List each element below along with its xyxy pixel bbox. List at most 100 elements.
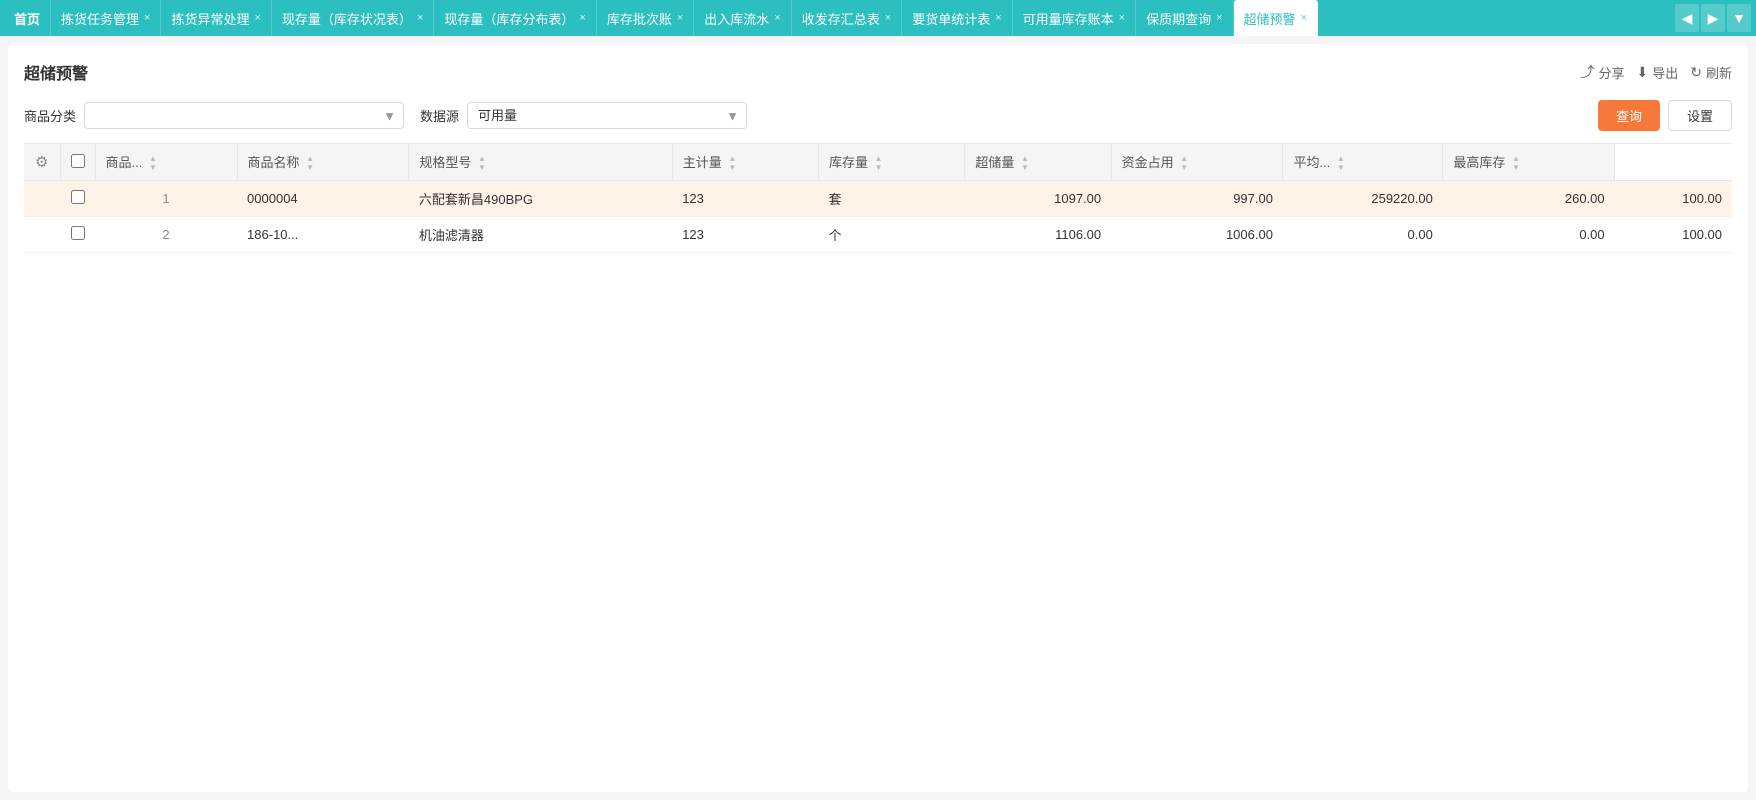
select-all-checkbox[interactable] bbox=[71, 154, 85, 168]
datasource-select-wrapper: 可用量 ▼ bbox=[467, 102, 747, 129]
column-header-settings[interactable]: ⚙ bbox=[24, 144, 60, 181]
row-product-name: 机油滤清器 bbox=[409, 217, 672, 253]
row-unit: 套 bbox=[819, 181, 965, 217]
row-checkbox-cell[interactable] bbox=[60, 217, 95, 253]
export-icon: ⬇ bbox=[1637, 64, 1649, 81]
column-header-capital[interactable]: 资金占用 ▲▼ bbox=[1111, 144, 1283, 181]
close-avail-tab-icon[interactable]: × bbox=[1119, 12, 1125, 24]
export-label: 导出 bbox=[1652, 63, 1678, 82]
sort-product-name-icon[interactable]: ▲▼ bbox=[306, 155, 314, 173]
column-header-checkbox[interactable] bbox=[60, 144, 95, 181]
datasource-filter: 数据源 可用量 ▼ bbox=[420, 102, 747, 129]
column-header-product-code[interactable]: 商品... ▲▼ bbox=[95, 144, 237, 181]
close-stock-status-tab-icon[interactable]: × bbox=[417, 12, 423, 24]
nav-next-button[interactable]: ▶ bbox=[1701, 4, 1725, 32]
refresh-label: 刷新 bbox=[1706, 63, 1732, 82]
nav-more-button[interactable]: ▼ bbox=[1727, 4, 1751, 32]
close-batch-tab-icon[interactable]: × bbox=[677, 12, 683, 24]
query-button[interactable]: 查询 bbox=[1598, 100, 1660, 131]
nav-tab-overstock-label: 超储预警 bbox=[1244, 9, 1296, 28]
product-category-filter: 商品分类 ▼ bbox=[24, 102, 404, 129]
page-header: 超储预警 ⤴ 分享 ⬇ 导出 ↻ 刷新 bbox=[24, 60, 1732, 84]
sort-product-code-icon[interactable]: ▲▼ bbox=[149, 155, 157, 173]
nav-tab-avail-label: 可用量库存账本 bbox=[1023, 9, 1114, 28]
product-category-select[interactable] bbox=[84, 102, 404, 129]
sort-max-stock-icon[interactable]: ▲▼ bbox=[1512, 155, 1520, 173]
settings-button[interactable]: 设置 bbox=[1668, 100, 1732, 131]
nav-tab-home-label: 首页 bbox=[14, 9, 40, 28]
row-settings-cell bbox=[24, 217, 60, 253]
row-checkbox-1[interactable] bbox=[71, 226, 85, 240]
sort-spec-icon[interactable]: ▲▼ bbox=[478, 155, 486, 173]
row-checkbox-cell[interactable] bbox=[60, 181, 95, 217]
nav-tab-stock-status-label: 现存量（库存状况表） bbox=[282, 9, 412, 28]
nav-tab-stock-dist-label: 现存量（库存分布表） bbox=[444, 9, 574, 28]
export-button[interactable]: ⬇ 导出 bbox=[1637, 63, 1679, 82]
nav-tab-exception-label: 拣货异常处理 bbox=[171, 9, 249, 28]
sort-inventory-icon[interactable]: ▲▼ bbox=[875, 155, 883, 173]
row-capital: 0.00 bbox=[1283, 217, 1443, 253]
close-task-tab-icon[interactable]: × bbox=[144, 12, 150, 24]
refresh-icon: ↻ bbox=[1690, 64, 1702, 81]
nav-tab-task[interactable]: 拣货任务管理 × bbox=[51, 0, 161, 36]
gear-icon[interactable]: ⚙ bbox=[35, 154, 48, 171]
close-overstock-tab-icon[interactable]: × bbox=[1301, 12, 1307, 24]
nav-tab-exception[interactable]: 拣货异常处理 × bbox=[161, 0, 271, 36]
top-navigation: 首页 拣货任务管理 × 拣货异常处理 × 现存量（库存状况表） × 现存量（库存… bbox=[0, 0, 1756, 36]
close-order-stat-tab-icon[interactable]: × bbox=[995, 12, 1001, 24]
nav-arrows-container: ◀ ▶ ▼ bbox=[1674, 4, 1752, 32]
close-exception-tab-icon[interactable]: × bbox=[254, 12, 260, 24]
nav-tab-inout-label: 出入库流水 bbox=[704, 9, 769, 28]
sort-overstock-icon[interactable]: ▲▼ bbox=[1021, 155, 1029, 173]
refresh-button[interactable]: ↻ 刷新 bbox=[1690, 63, 1732, 82]
row-capital: 259220.00 bbox=[1283, 181, 1443, 217]
column-header-unit[interactable]: 主计量 ▲▼ bbox=[672, 144, 818, 181]
column-header-max-stock[interactable]: 最高库存 ▲▼ bbox=[1443, 144, 1615, 181]
table-row: 2 186-10... 机油滤清器 123 个 1106.00 1006.00 … bbox=[24, 217, 1732, 253]
nav-tab-stock-dist[interactable]: 现存量（库存分布表） × bbox=[434, 0, 596, 36]
row-number: 1 bbox=[95, 181, 237, 217]
nav-tab-home[interactable]: 首页 bbox=[4, 0, 51, 36]
close-stock-dist-tab-icon[interactable]: × bbox=[579, 12, 585, 24]
filter-row: 商品分类 ▼ 数据源 可用量 ▼ 查询 设置 bbox=[24, 100, 1732, 131]
nav-tab-batch[interactable]: 库存批次账 × bbox=[597, 0, 694, 36]
table-header-row: ⚙ 商品... ▲▼ 商品名称 ▲▼ 规格型号 ▲▼ 主计 bbox=[24, 144, 1732, 181]
close-summary-tab-icon[interactable]: × bbox=[885, 12, 891, 24]
row-number: 2 bbox=[95, 217, 237, 253]
nav-tab-summary[interactable]: 收发存汇总表 × bbox=[792, 0, 902, 36]
row-overstock: 1006.00 bbox=[1111, 217, 1283, 253]
filter-right-buttons: 查询 设置 bbox=[1598, 100, 1732, 131]
nav-prev-button[interactable]: ◀ bbox=[1675, 4, 1699, 32]
row-inventory: 1097.00 bbox=[965, 181, 1111, 217]
row-settings-cell bbox=[24, 181, 60, 217]
row-checkbox-0[interactable] bbox=[71, 190, 85, 204]
page-content: 超储预警 ⤴ 分享 ⬇ 导出 ↻ 刷新 商品分类 ▼ bbox=[8, 44, 1748, 792]
row-product-code: 186-10... bbox=[237, 217, 409, 253]
nav-tab-expiry[interactable]: 保质期查询 × bbox=[1136, 0, 1233, 36]
table-body: 1 0000004 六配套新昌490BPG 123 套 1097.00 997.… bbox=[24, 181, 1732, 253]
column-header-inventory[interactable]: 库存量 ▲▼ bbox=[819, 144, 965, 181]
table-row: 1 0000004 六配套新昌490BPG 123 套 1097.00 997.… bbox=[24, 181, 1732, 217]
close-inout-tab-icon[interactable]: × bbox=[774, 12, 780, 24]
close-expiry-tab-icon[interactable]: × bbox=[1216, 12, 1222, 24]
row-avg: 260.00 bbox=[1443, 181, 1615, 217]
datasource-select[interactable]: 可用量 bbox=[467, 102, 747, 129]
nav-tab-order-stat-label: 要货单统计表 bbox=[912, 9, 990, 28]
nav-tab-avail[interactable]: 可用量库存账本 × bbox=[1013, 0, 1136, 36]
column-header-spec[interactable]: 规格型号 ▲▼ bbox=[409, 144, 672, 181]
nav-tab-overstock[interactable]: 超储预警 × bbox=[1234, 0, 1318, 36]
nav-tab-inout[interactable]: 出入库流水 × bbox=[694, 0, 791, 36]
column-header-overstock[interactable]: 超储量 ▲▼ bbox=[965, 144, 1111, 181]
header-actions: ⤴ 分享 ⬇ 导出 ↻ 刷新 bbox=[1580, 62, 1732, 82]
column-header-avg[interactable]: 平均... ▲▼ bbox=[1283, 144, 1443, 181]
row-inventory: 1106.00 bbox=[965, 217, 1111, 253]
nav-tab-summary-label: 收发存汇总表 bbox=[802, 9, 880, 28]
share-button[interactable]: ⤴ 分享 bbox=[1580, 62, 1624, 82]
sort-capital-icon[interactable]: ▲▼ bbox=[1180, 155, 1188, 173]
row-max-stock: 100.00 bbox=[1615, 181, 1732, 217]
column-header-product-name[interactable]: 商品名称 ▲▼ bbox=[237, 144, 409, 181]
nav-tab-order-stat[interactable]: 要货单统计表 × bbox=[902, 0, 1012, 36]
sort-avg-icon[interactable]: ▲▼ bbox=[1337, 155, 1345, 173]
nav-tab-stock-status[interactable]: 现存量（库存状况表） × bbox=[272, 0, 434, 36]
sort-unit-icon[interactable]: ▲▼ bbox=[728, 155, 736, 173]
